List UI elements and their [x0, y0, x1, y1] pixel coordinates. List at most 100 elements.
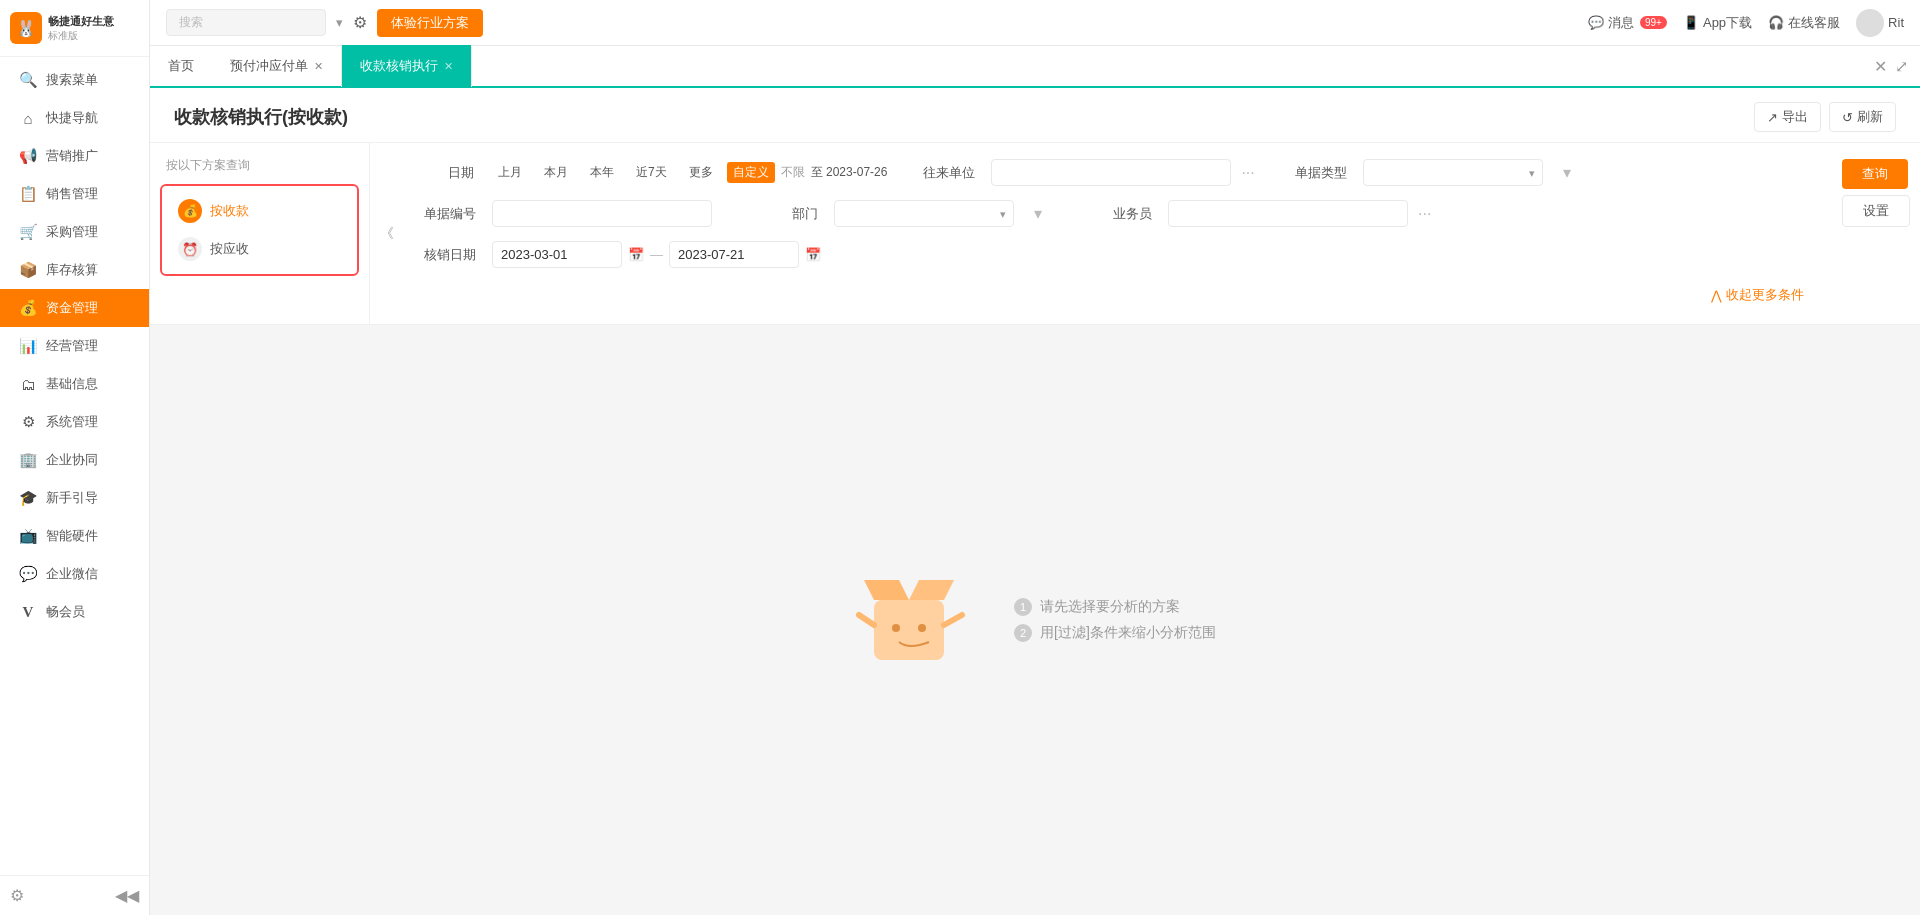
page-title: 收款核销执行(按收款) [174, 105, 348, 129]
filter-collapse-arrow[interactable]: 《 [370, 215, 404, 253]
tab-collection-close-icon[interactable]: ✕ [444, 60, 453, 73]
filter-row-3: 核销日期 📅 — 📅 [424, 241, 1812, 268]
purchase-icon: 🛒 [18, 223, 38, 241]
doc-type-dots[interactable]: ▾ [1559, 163, 1575, 182]
sidebar-item-finance[interactable]: 💰 资金管理 [0, 289, 149, 327]
doc-type-select[interactable] [1363, 159, 1543, 186]
tab-home[interactable]: 首页 [150, 45, 212, 87]
app-download-action[interactable]: 📱 App下载 [1683, 14, 1752, 32]
sidebar-item-system[interactable]: ⚙ 系统管理 [0, 403, 149, 441]
topbar-search-box: 搜索 [166, 9, 326, 36]
sidebar-item-guide[interactable]: 🎓 新手引导 [0, 479, 149, 517]
date-this-month[interactable]: 本月 [536, 162, 576, 183]
filter-option-by-receivable[interactable]: ⏰ 按应收 [168, 230, 351, 268]
tab-close-all-icon[interactable]: ✕ [1874, 57, 1887, 76]
message-action[interactable]: 💬 消息 99+ [1588, 14, 1667, 32]
date-last-7-days[interactable]: 近7天 [628, 162, 675, 183]
sidebar-item-hardware[interactable]: 📺 智能硬件 [0, 517, 149, 555]
sidebar-item-marketing[interactable]: 📢 营销推广 [0, 137, 149, 175]
export-button[interactable]: ↗ 导出 [1754, 102, 1821, 132]
verify-end-input[interactable] [669, 241, 799, 268]
verify-end-calendar-icon[interactable]: 📅 [805, 247, 821, 262]
verify-date-label: 核销日期 [424, 246, 476, 264]
filter-sidebar-title: 按以下方案查询 [160, 157, 359, 174]
doc-no-input[interactable] [492, 200, 712, 227]
sidebar-item-purchase[interactable]: 🛒 采购管理 [0, 213, 149, 251]
operations-icon: 📊 [18, 337, 38, 355]
empty-step-1: 1 请先选择要分析的方案 [1014, 598, 1216, 616]
collapse-more-btn[interactable]: ⋀ 收起更多条件 [1703, 282, 1812, 308]
verify-date-range: 📅 — 📅 [492, 241, 821, 268]
logo-icon: 🐰 [10, 12, 42, 44]
sidebar-item-enterprise[interactable]: 🏢 企业协同 [0, 441, 149, 479]
export-icon: ↗ [1767, 110, 1778, 125]
wechat-icon: 💬 [18, 565, 38, 583]
user-avatar [1856, 9, 1884, 37]
sidebar-item-operations[interactable]: 📊 经营管理 [0, 327, 149, 365]
empty-content: 1 请先选择要分析的方案 2 用[过滤]条件来缩小分析范围 [854, 570, 1216, 670]
filter-sidebar: 按以下方案查询 💰 按收款 ⏰ 按应收 [150, 143, 370, 324]
sidebar-item-search[interactable]: 🔍 搜索菜单 [0, 61, 149, 99]
date-this-year[interactable]: 本年 [582, 162, 622, 183]
message-badge: 99+ [1640, 16, 1667, 29]
online-service-action[interactable]: 🎧 在线客服 [1768, 14, 1840, 32]
industry-btn[interactable]: 体验行业方案 [377, 9, 483, 37]
sidebar-collapse-icon[interactable]: ◀◀ [115, 886, 139, 905]
system-icon: ⚙ [18, 413, 38, 431]
staff-dots[interactable]: ··· [1414, 205, 1435, 223]
tabbar: 首页 预付冲应付单 ✕ 收款核销执行 ✕ ✕ ⤢ [150, 46, 1920, 88]
query-button[interactable]: 查询 [1842, 159, 1908, 189]
user-area[interactable]: Rit [1856, 9, 1904, 37]
app-download-icon: 📱 [1683, 15, 1699, 30]
dept-dots[interactable]: ▾ [1030, 204, 1046, 223]
member-icon: V [18, 604, 38, 621]
inventory-icon: 📦 [18, 261, 38, 279]
refresh-button[interactable]: ↺ 刷新 [1829, 102, 1896, 132]
filter-main: 日期 上月 本月 本年 近7天 更多 自定义 不限 至 2023-07-26 往… [404, 143, 1832, 324]
collapse-chevron-icon: ⋀ [1711, 288, 1722, 303]
sidebar-settings-icon[interactable]: ⚙ [10, 886, 24, 905]
date-last-month[interactable]: 上月 [490, 162, 530, 183]
date-more[interactable]: 更多 [681, 162, 721, 183]
counterparty-dots[interactable]: ··· [1237, 164, 1258, 182]
dept-select[interactable] [834, 200, 1014, 227]
counterparty-input[interactable] [991, 159, 1231, 186]
dept-select-wrapper [834, 200, 1014, 227]
doc-type-select-wrapper [1363, 159, 1543, 186]
verify-start-input[interactable] [492, 241, 622, 268]
date-label: 日期 [424, 164, 474, 182]
svg-point-3 [892, 624, 900, 632]
svg-line-5 [859, 615, 874, 625]
sidebar-item-quick-nav[interactable]: ⌂ 快捷导航 [0, 99, 149, 137]
svg-marker-2 [909, 580, 954, 600]
query-buttons: 查询 设置 [1832, 143, 1920, 324]
sidebar-item-wechat[interactable]: 💬 企业微信 [0, 555, 149, 593]
step-1-num: 1 [1014, 598, 1032, 616]
date-group: 上月 本月 本年 近7天 更多 自定义 不限 至 2023-07-26 [490, 162, 887, 183]
tab-prepay-close-icon[interactable]: ✕ [314, 60, 323, 73]
counterparty-label: 往来单位 [923, 164, 975, 182]
settings-button[interactable]: 设置 [1842, 195, 1910, 227]
topbar: 搜索 ▾ ⚙ 体验行业方案 💬 消息 99+ 📱 App下载 🎧 在线客服 Ri [150, 0, 1920, 46]
date-custom[interactable]: 自定义 [727, 162, 775, 183]
sidebar-item-sales[interactable]: 📋 销售管理 [0, 175, 149, 213]
doc-no-label: 单据编号 [424, 205, 476, 223]
sidebar-item-base-info[interactable]: 🗂 基础信息 [0, 365, 149, 403]
filter-option-by-collection[interactable]: 💰 按收款 [168, 192, 351, 230]
step-2-num: 2 [1014, 624, 1032, 642]
sidebar-item-inventory[interactable]: 📦 库存核算 [0, 251, 149, 289]
logo-text: 畅捷通好生意 标准版 [48, 14, 114, 43]
main-content: 搜索 ▾ ⚙ 体验行业方案 💬 消息 99+ 📱 App下载 🎧 在线客服 Ri [150, 0, 1920, 915]
filter-row-2: 单据编号 部门 ▾ 业务员 ··· [424, 200, 1812, 227]
staff-input-group: ··· [1168, 200, 1435, 227]
guide-icon: 🎓 [18, 489, 38, 507]
tab-collection[interactable]: 收款核销执行 ✕ [342, 45, 472, 87]
verify-start-calendar-icon[interactable]: 📅 [628, 247, 644, 262]
topbar-dropdown-icon[interactable]: ▾ [336, 15, 343, 30]
tab-expand-icon[interactable]: ⤢ [1895, 57, 1908, 76]
tab-prepay[interactable]: 预付冲应付单 ✕ [212, 45, 342, 87]
topbar-gear-icon[interactable]: ⚙ [353, 13, 367, 32]
sidebar-item-member[interactable]: V 畅会员 [0, 593, 149, 631]
svg-rect-0 [874, 600, 944, 660]
staff-input[interactable] [1168, 200, 1408, 227]
